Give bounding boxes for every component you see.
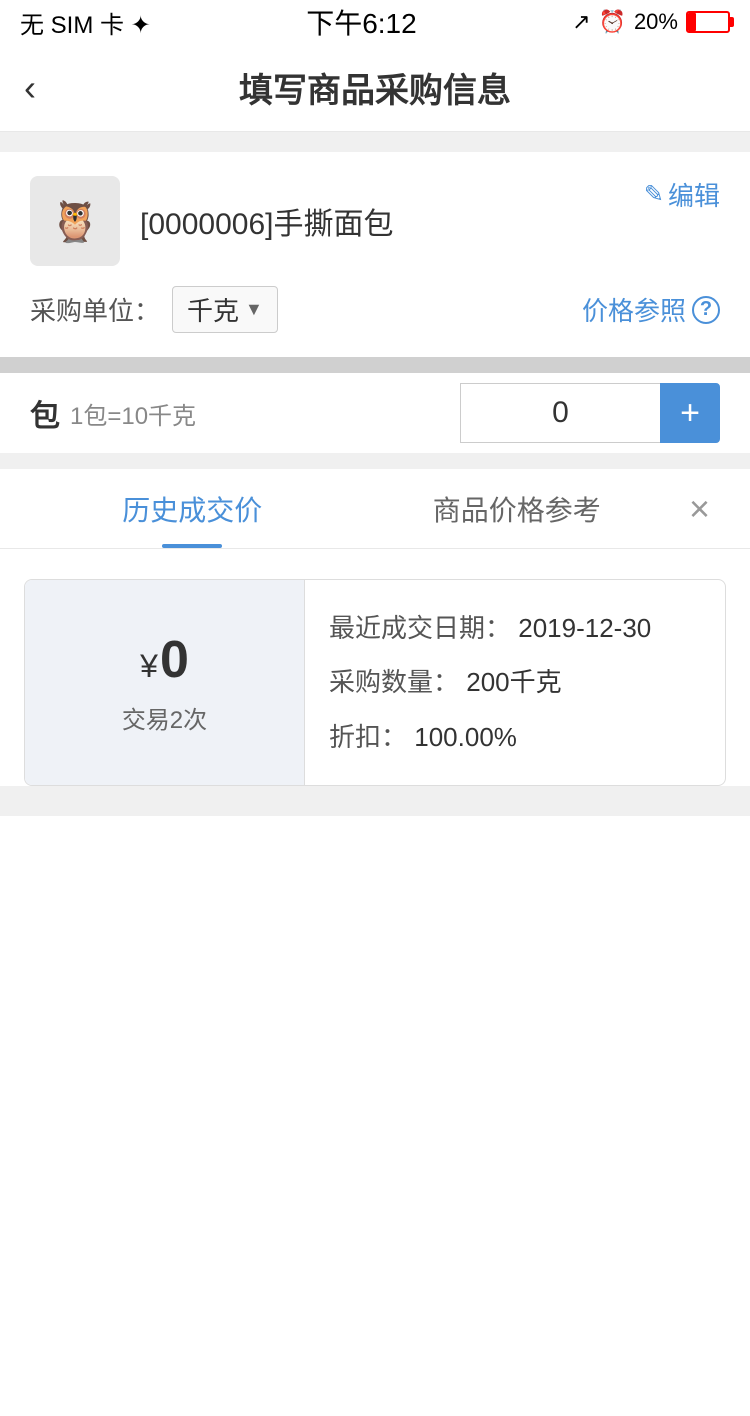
product-card: 🦉 [0000006]手撕面包 ✎ 编辑 采购单位： 千克 ▼ 价格参照 ? bbox=[0, 152, 750, 357]
network-status: 无 SIM 卡 ✦ bbox=[20, 5, 151, 40]
product-name: [0000006]手撕面包 bbox=[140, 199, 393, 243]
section-divider bbox=[0, 357, 750, 373]
price-ref-label: 价格参照 bbox=[582, 291, 686, 328]
quantity-row-detail: 采购数量： 200千克 bbox=[329, 664, 701, 700]
location-icon: ↗ bbox=[572, 9, 590, 35]
alarm-icon: ⏰ bbox=[599, 9, 626, 35]
transaction-data-card: ¥ 0 交易2次 最近成交日期： 2019-12-30 采购数量： 200千克 … bbox=[24, 579, 726, 786]
tab-price-ref-label: 商品价格参考 bbox=[433, 489, 601, 529]
discount-label: 折扣： bbox=[329, 722, 407, 752]
tab-history-price[interactable]: 历史成交价 bbox=[30, 469, 354, 548]
status-right: ↗ ⏰ 20% bbox=[572, 9, 730, 35]
battery-icon bbox=[686, 11, 730, 33]
card-price-section: ¥ 0 交易2次 bbox=[25, 580, 305, 785]
discount-value: 100.00% bbox=[414, 722, 517, 752]
product-header: 🦉 [0000006]手撕面包 ✎ 编辑 bbox=[30, 176, 720, 266]
edit-button[interactable]: ✎ 编辑 bbox=[644, 176, 720, 213]
tab-section: 历史成交价 商品价格参考 × ¥ 0 交易2次 最近成交日期： 2019-12-… bbox=[0, 469, 750, 786]
transaction-count: 交易2次 bbox=[122, 700, 207, 735]
price-reference-button[interactable]: 价格参照 ? bbox=[582, 291, 720, 328]
currency-symbol: ¥ bbox=[140, 648, 158, 685]
quantity-input[interactable] bbox=[460, 383, 660, 443]
tab-close-button[interactable]: × bbox=[679, 488, 720, 530]
edit-icon: ✎ bbox=[644, 180, 664, 209]
recent-date-label: 最近成交日期： bbox=[329, 613, 511, 643]
unit-row: 采购单位： 千克 ▼ bbox=[30, 286, 278, 333]
unit-label: 采购单位： bbox=[30, 291, 160, 328]
bottom-space bbox=[0, 816, 750, 1416]
help-icon: ? bbox=[692, 296, 720, 324]
status-bar: 无 SIM 卡 ✦ 下午6:12 ↗ ⏰ 20% bbox=[0, 0, 750, 44]
card-details-section: 最近成交日期： 2019-12-30 采购数量： 200千克 折扣： 100.0… bbox=[305, 580, 725, 785]
unit-label-row: 包 1包=10千克 bbox=[30, 391, 196, 435]
unit-conversion: 1包=10千克 bbox=[70, 396, 196, 431]
status-time: 下午6:12 bbox=[306, 2, 417, 42]
quantity-control: + bbox=[460, 383, 720, 443]
unit-badge: 包 bbox=[30, 391, 60, 435]
tab-history-label: 历史成交价 bbox=[122, 489, 262, 529]
page-title: 填写商品采购信息 bbox=[239, 63, 511, 112]
back-button[interactable]: ‹ bbox=[24, 67, 36, 109]
recent-date-value: 2019-12-30 bbox=[518, 613, 651, 643]
edit-label: 编辑 bbox=[668, 176, 720, 213]
product-left: 🦉 [0000006]手撕面包 bbox=[30, 176, 393, 266]
tab-active-indicator bbox=[162, 544, 222, 548]
unit-selector[interactable]: 千克 ▼ bbox=[172, 286, 278, 333]
product-thumbnail: 🦉 bbox=[30, 176, 120, 266]
price-value: 0 bbox=[160, 630, 189, 690]
nav-bar: ‹ 填写商品采购信息 bbox=[0, 44, 750, 132]
purchase-quantity-label: 采购数量： bbox=[329, 667, 459, 697]
status-left: 无 SIM 卡 ✦ bbox=[20, 5, 151, 40]
quantity-plus-button[interactable]: + bbox=[660, 383, 720, 443]
tab-price-reference[interactable]: 商品价格参考 bbox=[354, 469, 678, 548]
unit-value: 千克 bbox=[187, 291, 239, 328]
product-meta: 采购单位： 千克 ▼ 价格参照 ? bbox=[30, 286, 720, 333]
battery-percent: 20% bbox=[634, 9, 678, 35]
tab-bar: 历史成交价 商品价格参考 × bbox=[0, 469, 750, 549]
purchase-quantity-value: 200千克 bbox=[466, 667, 561, 697]
recent-date-row: 最近成交日期： 2019-12-30 bbox=[329, 610, 701, 646]
transaction-price: ¥ 0 bbox=[140, 630, 189, 690]
quantity-row: 包 1包=10千克 + bbox=[0, 373, 750, 453]
product-logo-icon: 🦉 bbox=[50, 198, 100, 245]
dropdown-arrow-icon: ▼ bbox=[245, 299, 263, 320]
discount-row: 折扣： 100.00% bbox=[329, 719, 701, 755]
